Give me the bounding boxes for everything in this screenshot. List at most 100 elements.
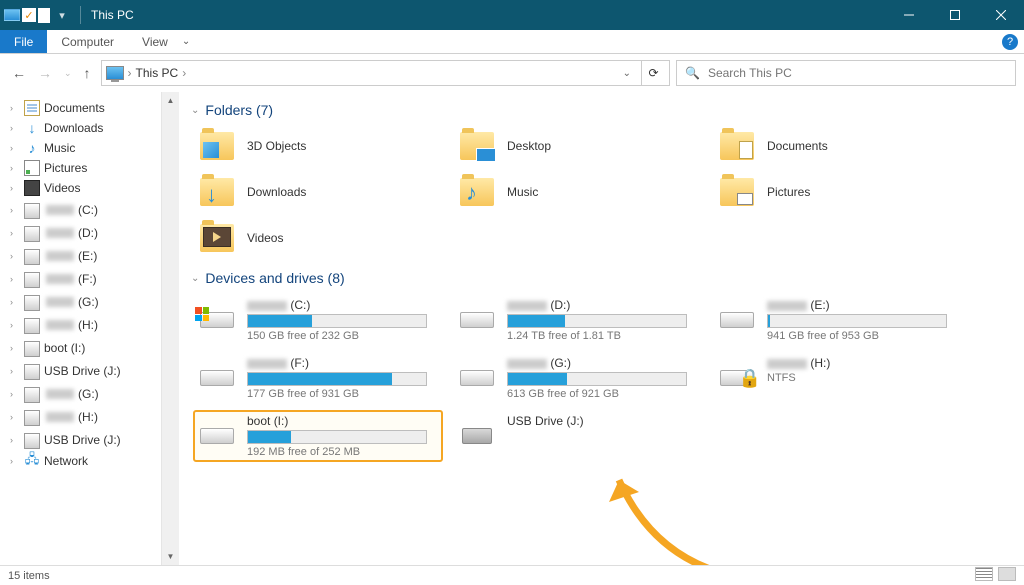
close-button[interactable] xyxy=(978,0,1024,30)
drive-item[interactable]: USB Drive (J:) xyxy=(453,410,703,462)
qat-properties-icon[interactable]: ✓ xyxy=(22,8,36,22)
expand-icon[interactable]: › xyxy=(10,320,20,330)
folder-item[interactable]: ♪Music xyxy=(453,172,703,212)
view-tab[interactable]: View xyxy=(128,30,182,53)
folder-item[interactable]: Documents xyxy=(713,126,963,166)
tree-item-label: (H:) xyxy=(78,318,98,332)
help-icon[interactable]: ? xyxy=(1002,34,1018,50)
expand-icon[interactable]: › xyxy=(10,103,20,113)
expand-icon[interactable]: › xyxy=(10,412,20,422)
search-input[interactable] xyxy=(708,66,1007,80)
tree-item[interactable]: › (D:) xyxy=(0,221,161,244)
expand-icon[interactable]: › xyxy=(10,435,20,445)
tree-item[interactable]: ›♪Music xyxy=(0,138,161,158)
expand-icon[interactable]: › xyxy=(10,228,20,238)
tree-item[interactable]: ›Documents xyxy=(0,98,161,118)
capacity-bar xyxy=(247,372,427,386)
folder-item[interactable]: 3D Objects xyxy=(193,126,443,166)
expand-icon[interactable]: › xyxy=(10,274,20,284)
expand-icon[interactable]: › xyxy=(10,123,20,133)
maximize-button[interactable] xyxy=(932,0,978,30)
tree-item[interactable]: ›(C:) xyxy=(0,198,161,221)
folder-icon xyxy=(717,128,757,164)
drive-item[interactable]: (G:)613 GB free of 921 GB xyxy=(453,352,703,404)
tree-item-icon xyxy=(24,318,40,334)
drive-item[interactable]: boot (I:)192 MB free of 252 MB xyxy=(193,410,443,462)
tree-item-label: (D:) xyxy=(78,226,98,240)
ribbon: File Computer View ⌄ ? xyxy=(0,30,1024,54)
refresh-button[interactable]: ⟳ xyxy=(648,66,658,80)
tree-item[interactable]: ›🖧Network xyxy=(0,451,161,471)
folder-item[interactable]: Videos xyxy=(193,218,443,258)
tree-item[interactable]: ›USB Drive (J:) xyxy=(0,428,161,451)
recent-locations-button[interactable]: ⌄ xyxy=(60,66,76,81)
qat-customize-icon[interactable]: ▾ xyxy=(52,5,72,25)
tree-item[interactable]: ›(G:) xyxy=(0,290,161,313)
tree-item[interactable]: › (H:) xyxy=(0,313,161,336)
drive-item[interactable]: 🔒 (H:)NTFS xyxy=(713,352,963,404)
expand-icon[interactable]: › xyxy=(10,456,20,466)
chevron-right-icon[interactable]: › xyxy=(182,66,186,80)
tree-item[interactable]: ›USB Drive (J:) xyxy=(0,359,161,382)
tree-item[interactable]: › boot (I:) xyxy=(0,336,161,359)
file-tab[interactable]: File xyxy=(0,30,47,53)
expand-icon[interactable]: › xyxy=(10,251,20,261)
tree-item-icon xyxy=(24,387,40,403)
expand-icon[interactable]: › xyxy=(10,343,20,353)
expand-icon[interactable]: › xyxy=(10,297,20,307)
expand-icon[interactable]: › xyxy=(10,389,20,399)
qat-new-icon[interactable] xyxy=(38,8,50,23)
tree-item[interactable]: ›(G:) xyxy=(0,382,161,405)
tree-item[interactable]: ›(H:) xyxy=(0,405,161,428)
tree-item[interactable]: ›(E:) xyxy=(0,244,161,267)
forward-button[interactable]: → xyxy=(34,63,56,83)
expand-icon[interactable]: › xyxy=(10,163,20,173)
folders-group-header[interactable]: ⌄ Folders (7) xyxy=(191,102,1012,118)
chevron-right-icon[interactable]: › xyxy=(128,66,132,80)
group-label: Folders (7) xyxy=(205,102,273,118)
folder-item[interactable]: Desktop xyxy=(453,126,703,166)
tree-item[interactable]: ›↓Downloads xyxy=(0,118,161,138)
view-mode-buttons[interactable] xyxy=(973,567,1016,584)
address-bar[interactable]: › This PC › ⌄ ⟳ xyxy=(101,60,670,86)
breadcrumb[interactable]: This PC xyxy=(136,66,179,80)
capacity-bar xyxy=(247,430,427,444)
tree-item-label: boot (I:) xyxy=(44,341,85,355)
details-view-icon[interactable] xyxy=(975,567,993,581)
drives-group-header[interactable]: ⌄ Devices and drives (8) xyxy=(191,270,1012,286)
back-button[interactable]: ← xyxy=(8,63,30,83)
expand-icon[interactable]: › xyxy=(10,183,20,193)
minimize-button[interactable] xyxy=(886,0,932,30)
navigation-tree[interactable]: ›Documents›↓Downloads›♪Music›Pictures›Vi… xyxy=(0,92,162,565)
drive-item[interactable]: (D:)1.24 TB free of 1.81 TB xyxy=(453,294,703,346)
drive-item[interactable]: (F:)177 GB free of 931 GB xyxy=(193,352,443,404)
address-dropdown-icon[interactable]: ⌄ xyxy=(623,68,631,79)
drive-icon xyxy=(457,306,497,334)
tree-item[interactable]: ›Pictures xyxy=(0,158,161,178)
tree-item[interactable]: ›(F:) xyxy=(0,267,161,290)
tree-item[interactable]: › Videos xyxy=(0,178,161,198)
expand-icon[interactable]: › xyxy=(10,205,20,215)
expand-icon[interactable]: › xyxy=(10,143,20,153)
scroll-down-icon[interactable]: ▼ xyxy=(162,548,179,565)
folder-icon xyxy=(197,220,237,256)
expand-icon[interactable]: › xyxy=(10,366,20,376)
drive-free-text: 177 GB free of 931 GB xyxy=(247,388,439,400)
capacity-bar xyxy=(507,372,687,386)
large-icons-view-icon[interactable] xyxy=(998,567,1016,581)
folder-label: Pictures xyxy=(767,185,810,199)
scroll-up-icon[interactable]: ▲ xyxy=(162,92,179,109)
drive-item[interactable]: (C:)150 GB free of 232 GB xyxy=(193,294,443,346)
search-box[interactable]: 🔍 xyxy=(676,60,1016,86)
qat-pc-icon[interactable] xyxy=(4,9,20,21)
folder-item[interactable]: Pictures xyxy=(713,172,963,212)
computer-tab[interactable]: Computer xyxy=(47,30,128,53)
search-icon: 🔍 xyxy=(685,66,700,80)
quick-access-toolbar: ✓ ▾ xyxy=(0,0,76,30)
ribbon-collapse-icon[interactable]: ⌄ xyxy=(182,36,190,47)
tree-scrollbar[interactable]: ▲ ▼ xyxy=(162,92,179,565)
up-button[interactable]: ↑ xyxy=(80,63,95,83)
folder-item[interactable]: ↓Downloads xyxy=(193,172,443,212)
drive-item[interactable]: (E:)941 GB free of 953 GB xyxy=(713,294,963,346)
tree-item-label: Videos xyxy=(44,181,80,195)
